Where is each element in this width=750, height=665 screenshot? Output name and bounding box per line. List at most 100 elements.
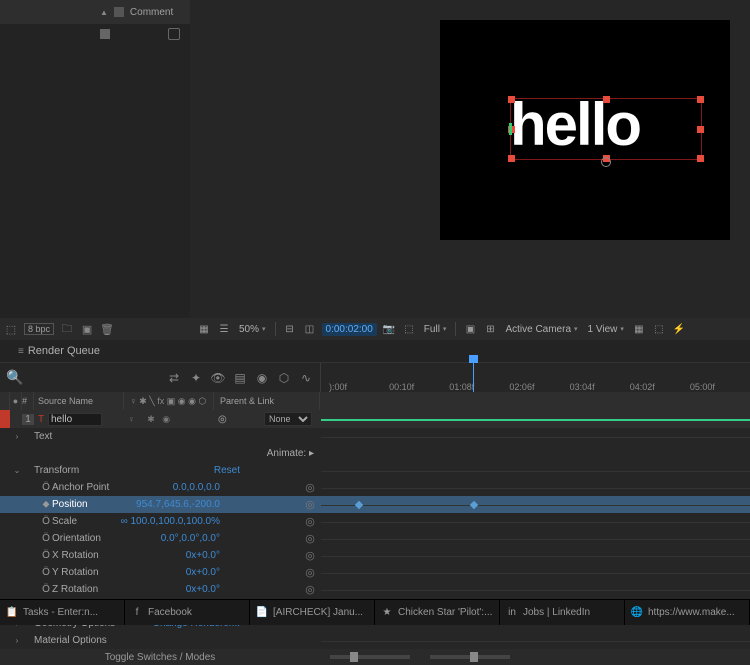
property-value[interactable]: 0x+0.0°: [186, 584, 220, 595]
property-row[interactable]: ÖScale∞ 100.0,100.0,100.0%◎: [0, 513, 750, 530]
motionblur-icon[interactable]: ◉: [254, 370, 270, 386]
new-comp-icon[interactable]: ▣: [80, 322, 94, 336]
visibility-column[interactable]: ●: [10, 392, 22, 410]
timecode-display[interactable]: 0:00:02:00: [322, 323, 377, 336]
resize-handle[interactable]: [603, 96, 610, 103]
animate-button[interactable]: Animate: ▸: [267, 448, 314, 459]
anchor-point-icon[interactable]: [601, 157, 611, 167]
channel-icon[interactable]: ⊟: [282, 321, 298, 337]
snapshot-icon[interactable]: ◫: [302, 321, 318, 337]
layer-color[interactable]: [0, 410, 10, 428]
tag-icon[interactable]: [114, 7, 124, 17]
grid-icon[interactable]: ▦: [196, 321, 212, 337]
resize-handle[interactable]: [697, 126, 704, 133]
stopwatch-icon[interactable]: Ö: [40, 533, 52, 544]
property-value[interactable]: ∞ 100.0,100.0,100.0%: [121, 516, 220, 527]
expression-link-icon[interactable]: ◎: [300, 515, 320, 528]
sort-icon[interactable]: ▲: [100, 8, 108, 17]
taskbar-item[interactable]: 📄[AIRCHECK] Janu...: [250, 600, 375, 625]
stopwatch-icon[interactable]: Ö: [40, 482, 52, 493]
layer-switches[interactable]: ♀ ✱ ◉: [124, 414, 214, 425]
property-row[interactable]: ⬥Position954.7,645.6,-200.0◎: [0, 496, 750, 513]
expression-link-icon[interactable]: ◎: [300, 481, 320, 494]
trash-icon[interactable]: 🗑: [100, 322, 114, 336]
property-row[interactable]: ›Material Options: [0, 632, 750, 649]
bpc-button[interactable]: 8 bpc: [24, 323, 54, 335]
property-row[interactable]: ÖAnchor Point0.0,0.0,0.0◎: [0, 479, 750, 496]
property-row[interactable]: ÖZ Rotation0x+0.0°◎: [0, 581, 750, 598]
resolution-dropdown[interactable]: Full: [421, 324, 450, 335]
toggle-switches-button[interactable]: Toggle Switches / Modes: [0, 649, 320, 665]
stopwatch-icon[interactable]: Ö: [40, 550, 52, 561]
property-value[interactable]: Reset: [214, 465, 240, 476]
property-row[interactable]: ÖY Rotation0x+0.0°◎: [0, 564, 750, 581]
property-value[interactable]: 954.7,645.6,-200.0: [136, 499, 220, 510]
draft3d-icon[interactable]: ✦: [188, 370, 204, 386]
source-name-header[interactable]: Source Name: [34, 392, 124, 410]
twirl-icon[interactable]: ›: [12, 432, 22, 441]
zoom-slider[interactable]: [330, 655, 410, 659]
nav-slider[interactable]: [430, 655, 510, 659]
resize-handle[interactable]: [508, 155, 515, 162]
property-value[interactable]: 0x+0.0°: [186, 567, 220, 578]
resize-handle[interactable]: [697, 155, 704, 162]
expression-link-icon[interactable]: ◎: [300, 549, 320, 562]
layer-row[interactable]: 1 T ♀ ✱ ◉ ◎ None: [0, 410, 750, 428]
keyframe-icon[interactable]: [470, 500, 478, 508]
expression-link-icon[interactable]: ◎: [300, 498, 320, 511]
tab-render-queue[interactable]: ≡ Render Queue: [8, 342, 110, 360]
layer-name-input[interactable]: [48, 413, 102, 426]
stopwatch-icon[interactable]: Ö: [40, 584, 52, 595]
time-ruler[interactable]: ):00f00:10f01:08f02:06f03:04f04:02f05:00…: [320, 363, 750, 392]
stopwatch-icon[interactable]: Ö: [40, 516, 52, 527]
twirl-icon[interactable]: ⌄: [12, 466, 22, 475]
camera-dropdown[interactable]: Active Camera: [502, 324, 580, 335]
draft-icon[interactable]: ⬚: [651, 321, 667, 337]
property-value[interactable]: 0.0,0.0,0.0: [173, 482, 220, 493]
current-time-indicator[interactable]: [473, 363, 474, 392]
parent-pickwhip[interactable]: ◎: [214, 414, 264, 425]
search-icon[interactable]: 🔍: [6, 369, 23, 386]
resize-handle[interactable]: [508, 96, 515, 103]
property-row[interactable]: ›Text: [0, 428, 750, 445]
number-header[interactable]: #: [22, 392, 34, 410]
camera-icon[interactable]: 📷: [381, 321, 397, 337]
twirl-icon[interactable]: ›: [12, 636, 22, 645]
graph-icon[interactable]: ⬡: [276, 370, 292, 386]
property-value[interactable]: 0.0°,0.0°,0.0°: [161, 533, 220, 544]
project-item[interactable]: [0, 24, 190, 44]
property-row[interactable]: ⌄TransformReset: [0, 462, 750, 479]
shy-icon[interactable]: 👁: [210, 370, 226, 386]
region-icon[interactable]: ▣: [462, 321, 478, 337]
property-value[interactable]: 0x+0.0°: [186, 550, 220, 561]
taskbar-item[interactable]: 📋Tasks - Enter:n...: [0, 600, 125, 625]
property-row[interactable]: ÖX Rotation0x+0.0°◎: [0, 547, 750, 564]
layer-name[interactable]: [48, 413, 124, 426]
stopwatch-icon[interactable]: Ö: [40, 567, 52, 578]
expression-link-icon[interactable]: ◎: [300, 583, 320, 596]
views-dropdown[interactable]: 1 View: [585, 324, 627, 335]
mask-icon[interactable]: ☰: [216, 321, 232, 337]
expression-link-icon[interactable]: ◎: [300, 566, 320, 579]
keyframe-icon[interactable]: [355, 500, 363, 508]
interpret-icon[interactable]: ⬚: [4, 322, 18, 336]
stopwatch-icon[interactable]: ⬥: [40, 499, 52, 510]
taskbar-item[interactable]: inJobs | LinkedIn: [500, 600, 625, 625]
taskbar-item[interactable]: fFacebook: [125, 600, 250, 625]
composition-canvas[interactable]: hello: [440, 20, 730, 240]
frameblend-icon[interactable]: ▤: [232, 370, 248, 386]
zoom-dropdown[interactable]: 50%: [236, 324, 269, 335]
expression-icon[interactable]: ∿: [298, 370, 314, 386]
view-option-icon[interactable]: ▦: [631, 321, 647, 337]
taskbar-item[interactable]: ★Chicken Star 'Pilot':...: [375, 600, 500, 625]
taskbar-item[interactable]: 🌐https://www.make...: [625, 600, 750, 625]
new-bin-icon[interactable]: 🗀: [60, 322, 74, 336]
fast-preview-icon[interactable]: ⚡: [671, 321, 687, 337]
expression-link-icon[interactable]: ◎: [300, 532, 320, 545]
guides-icon[interactable]: ⊞: [482, 321, 498, 337]
transparency-icon[interactable]: ⬚: [401, 321, 417, 337]
comp-flowchart-icon[interactable]: ⇄: [166, 370, 182, 386]
resize-handle[interactable]: [697, 96, 704, 103]
property-row[interactable]: ÖOrientation0.0°,0.0°,0.0°◎: [0, 530, 750, 547]
parent-dropdown[interactable]: None: [264, 412, 312, 426]
